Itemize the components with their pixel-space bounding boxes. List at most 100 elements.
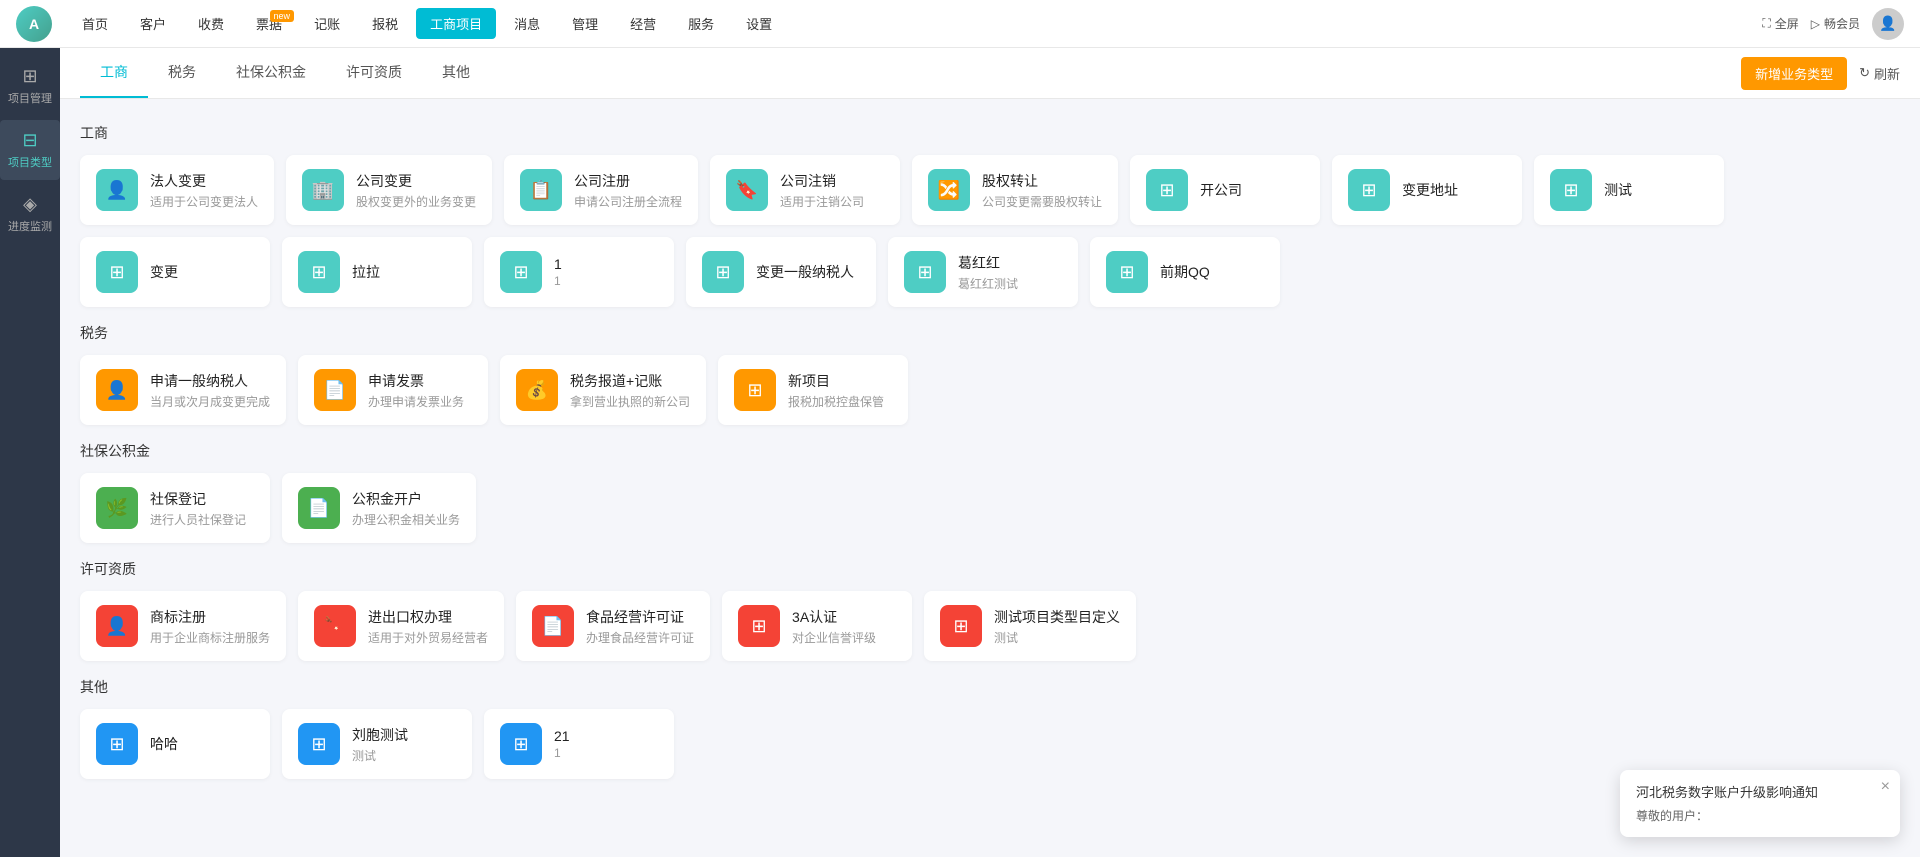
card-title-company-cancel: 公司注销 [780, 171, 864, 191]
service-card-num1[interactable]: ⊞11 [484, 237, 674, 307]
sidebar-item-progress-monitor[interactable]: ◈进度监测 [0, 184, 60, 244]
card-desc-company-reg: 申请公司注册全流程 [574, 193, 682, 210]
card-text-test-project-type: 测试项目类型目定义测试 [994, 607, 1120, 646]
card-icon-company-reg: 📋 [520, 169, 562, 211]
sub-tab-other[interactable]: 其他 [422, 48, 490, 98]
card-text-liu-pao-test: 刘胞测试测试 [352, 725, 408, 764]
avatar[interactable]: 👤 [1872, 8, 1904, 40]
service-card-legal-change[interactable]: 👤法人变更适用于公司变更法人 [80, 155, 274, 225]
nav-item-home[interactable]: 首页 [68, 8, 122, 39]
card-desc-num21: 1 [554, 746, 570, 760]
service-card-fund-open[interactable]: 📄公积金开户办理公积金相关业务 [282, 473, 476, 543]
main-content: 工商税务社保公积金许可资质其他 新增业务类型 ↻ 刷新 工商 👤法人变更适用于公… [60, 48, 1920, 857]
service-card-test-project-type[interactable]: ⊞ 测试项目类型目定义测试 [924, 591, 1136, 661]
service-card-test1[interactable]: ⊞测试 [1534, 155, 1724, 225]
industry-section: 工商 👤法人变更适用于公司变更法人🏢公司变更股权变更外的业务变更📋公司注册申请公… [80, 123, 1900, 307]
card-title-change1: 变更 [150, 262, 178, 282]
card-title-legal-change: 法人变更 [150, 171, 258, 191]
service-card-gehong[interactable]: ⊞葛红红葛红红测试 [888, 237, 1078, 307]
card-desc-num1: 1 [554, 274, 562, 288]
card-icon-equity-transfer: 🔀 [928, 169, 970, 211]
new-type-button[interactable]: 新增业务类型 [1741, 57, 1847, 90]
nav-item-billing[interactable]: 收费 [184, 8, 238, 39]
sub-tabs: 工商税务社保公积金许可资质其他 [80, 48, 490, 98]
card-title-change-address: 变更地址 [1402, 180, 1458, 200]
card-icon-trademark-reg: 👤 [96, 605, 138, 647]
service-card-pull1[interactable]: ⊞拉拉 [282, 237, 472, 307]
vip-btn[interactable]: ▷ 畅会员 [1811, 15, 1860, 32]
card-text-num1: 11 [554, 256, 562, 288]
nav-item-message[interactable]: 消息 [500, 8, 554, 39]
card-desc-apply-invoice: 办理申请发票业务 [368, 393, 464, 410]
card-text-apply-invoice: 申请发票办理申请发票业务 [368, 371, 464, 410]
service-card-change-address[interactable]: ⊞ 变更地址 [1332, 155, 1522, 225]
service-card-open-company[interactable]: ⊞开公司 [1130, 155, 1320, 225]
card-text-change-address: 变更地址 [1402, 180, 1458, 200]
card-text-legal-change: 法人变更适用于公司变更法人 [150, 171, 258, 210]
service-card-import-export[interactable]: 🔖进出口权办理适用于对外贸易经营者 [298, 591, 504, 661]
tax-section-title: 税务 [80, 323, 1900, 343]
card-desc-trademark-reg: 用于企业商标注册服务 [150, 629, 270, 646]
card-title-trademark-reg: 商标注册 [150, 607, 270, 627]
card-title-num1: 1 [554, 256, 562, 272]
service-card-liu-pao-test[interactable]: ⊞刘胞测试测试 [282, 709, 472, 779]
card-text-trademark-reg: 商标注册用于企业商标注册服务 [150, 607, 270, 646]
service-card-early-qq[interactable]: ⊞前期QQ [1090, 237, 1280, 307]
service-card-apply-invoice[interactable]: 📄申请发票办理申请发票业务 [298, 355, 488, 425]
card-icon-test-project-type: ⊞ [940, 605, 982, 647]
nav-item-accounting[interactable]: 记账 [300, 8, 354, 39]
service-card-num21[interactable]: ⊞211 [484, 709, 674, 779]
service-card-company-change[interactable]: 🏢公司变更股权变更外的业务变更 [286, 155, 492, 225]
service-card-new-project[interactable]: ⊞新项目报税加税控盘保管 [718, 355, 908, 425]
card-text-3a-cert: 3A认证对企业信誉评级 [792, 607, 876, 646]
sub-tab-social-fund[interactable]: 社保公积金 [216, 48, 326, 98]
fullscreen-btn[interactable]: ⛶ 全屏 [1762, 15, 1798, 32]
card-title-gehong: 葛红红 [958, 253, 1018, 273]
service-card-change1[interactable]: ⊞ 变更 [80, 237, 270, 307]
notification-popup: × 河北税务数字账户升级影响通知 尊敬的用户： [1620, 770, 1900, 837]
service-card-equity-transfer[interactable]: 🔀股权转让公司变更需要股权转让 [912, 155, 1118, 225]
social-fund-cards-grid: 🌿社保登记进行人员社保登记📄公积金开户办理公积金相关业务 [80, 473, 1900, 543]
card-desc-test-project-type: 测试 [994, 629, 1120, 646]
other-section-title: 其他 [80, 677, 1900, 697]
sidebar-item-project-manage[interactable]: ⊞项目管理 [0, 56, 60, 116]
card-title-food-license: 食品经营许可证 [586, 607, 694, 627]
service-card-social-reg[interactable]: 🌿社保登记进行人员社保登记 [80, 473, 270, 543]
service-card-company-cancel[interactable]: 🔖公司注销适用于注销公司 [710, 155, 900, 225]
service-card-company-reg[interactable]: 📋公司注册申请公司注册全流程 [504, 155, 698, 225]
card-icon-3a-cert: ⊞ [738, 605, 780, 647]
refresh-icon: ↻ [1859, 65, 1870, 81]
service-card-change-taxpayer[interactable]: ⊞变更一般纳税人 [686, 237, 876, 307]
industry-cards-grid: 👤法人变更适用于公司变更法人🏢公司变更股权变更外的业务变更📋公司注册申请公司注册… [80, 155, 1900, 307]
service-card-apply-taxpayer[interactable]: 👤申请一般纳税人当月或次月成变更完成 [80, 355, 286, 425]
license-section-title: 许可资质 [80, 559, 1900, 579]
card-icon-num1: ⊞ [500, 251, 542, 293]
refresh-button[interactable]: ↻ 刷新 [1859, 64, 1900, 83]
card-icon-gehong: ⊞ [904, 251, 946, 293]
nav-item-manage[interactable]: 管理 [558, 8, 612, 39]
sub-tab-industry[interactable]: 工商 [80, 48, 148, 98]
service-card-haha[interactable]: ⊞哈哈 [80, 709, 270, 779]
service-card-tax-report[interactable]: 💰税务报道+记账拿到营业执照的新公司 [500, 355, 706, 425]
service-card-food-license[interactable]: 📄食品经营许可证办理食品经营许可证 [516, 591, 710, 661]
nav-item-service[interactable]: 服务 [674, 8, 728, 39]
notification-close-button[interactable]: × [1881, 778, 1890, 796]
service-card-3a-cert[interactable]: ⊞ 3A认证对企业信誉评级 [722, 591, 912, 661]
nav-item-tickets[interactable]: 票据new [242, 8, 296, 39]
nav-item-client[interactable]: 客户 [126, 8, 180, 39]
sidebar-item-project-type[interactable]: ⊟项目类型 [0, 120, 60, 180]
card-text-pull1: 拉拉 [352, 262, 380, 282]
sub-tab-tax[interactable]: 税务 [148, 48, 216, 98]
nav-item-settings[interactable]: 设置 [732, 8, 786, 39]
card-icon-change-address: ⊞ [1348, 169, 1390, 211]
nav-item-industry[interactable]: 工商项目 [416, 8, 496, 39]
card-icon-change1: ⊞ [96, 251, 138, 293]
service-card-trademark-reg[interactable]: 👤 商标注册用于企业商标注册服务 [80, 591, 286, 661]
other-section: 其他 ⊞哈哈⊞刘胞测试测试⊞211 [80, 677, 1900, 779]
nav-item-tax[interactable]: 报税 [358, 8, 412, 39]
card-title-early-qq: 前期QQ [1160, 262, 1210, 282]
card-icon-haha: ⊞ [96, 723, 138, 765]
card-text-num21: 211 [554, 728, 570, 760]
nav-item-operation[interactable]: 经营 [616, 8, 670, 39]
sub-tab-license[interactable]: 许可资质 [326, 48, 422, 98]
